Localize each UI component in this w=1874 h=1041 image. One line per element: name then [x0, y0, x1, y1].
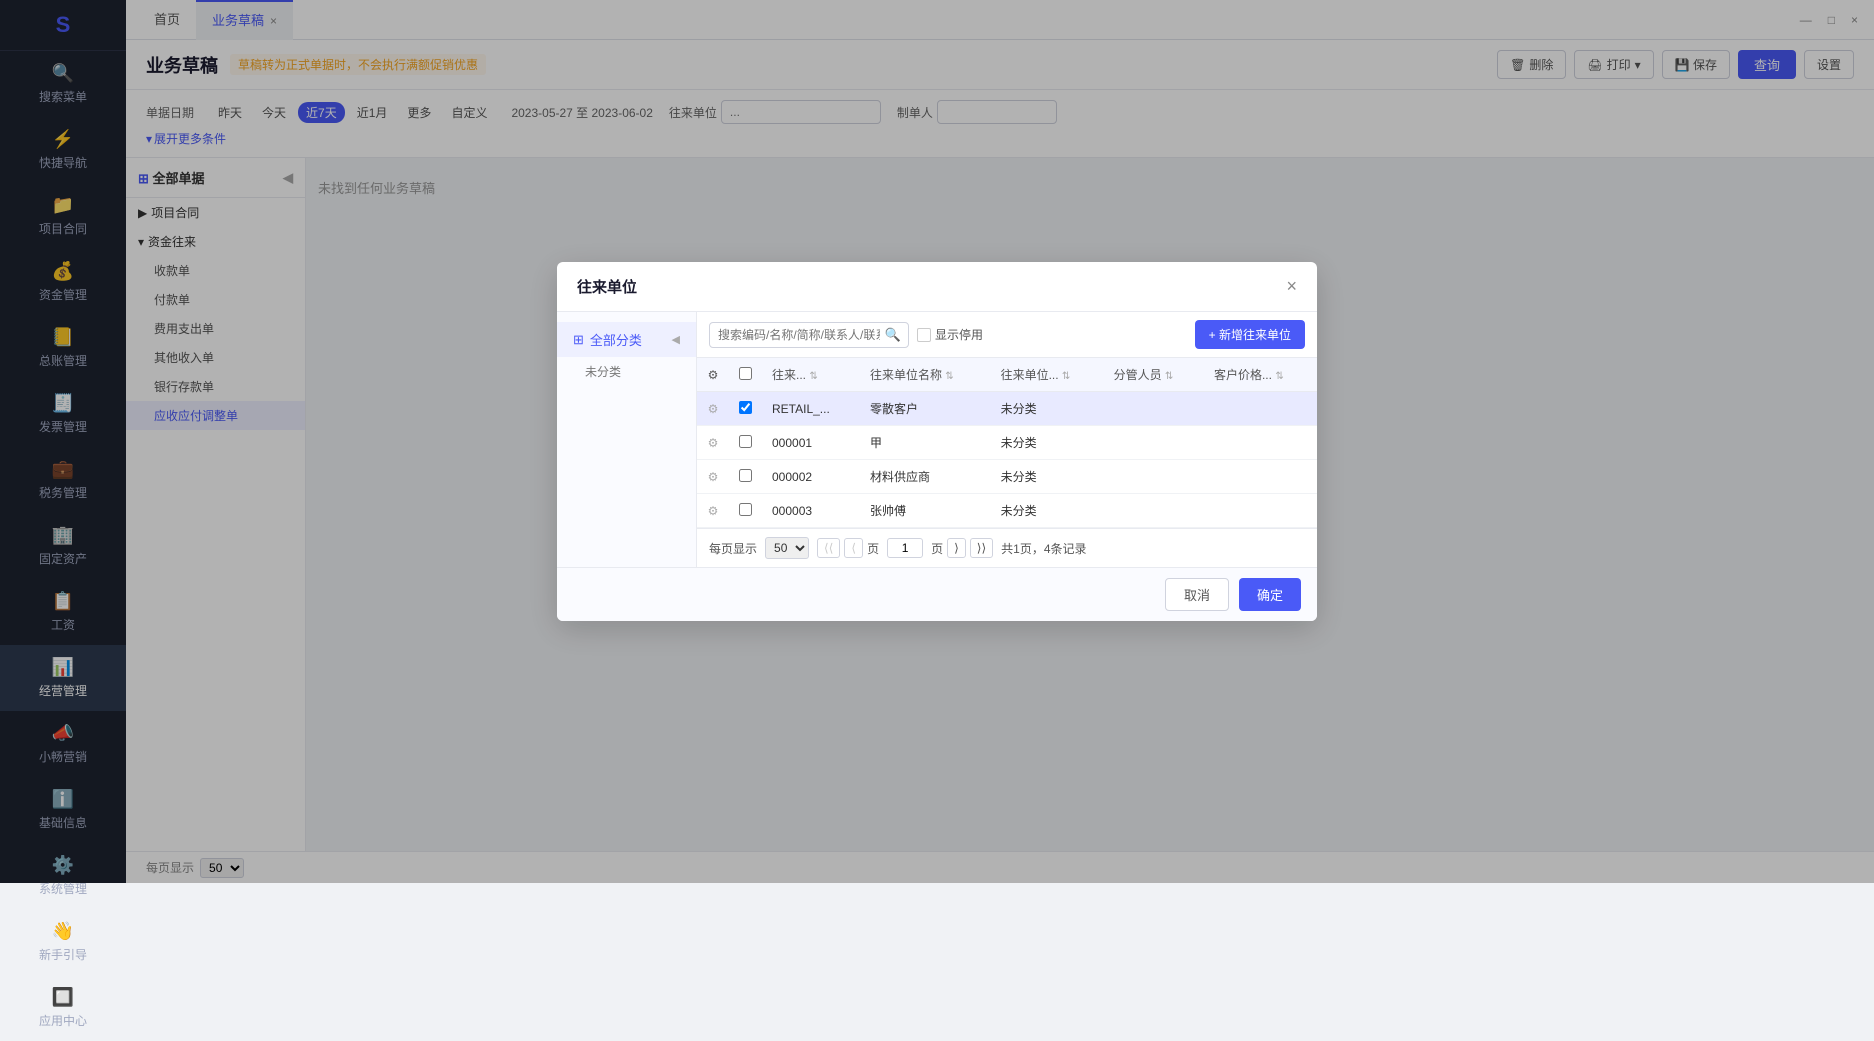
modal-body: ⊞ 全部分类 ◀ 未分类 🔍 显示停用	[557, 312, 1317, 567]
modal-collapse-icon[interactable]: ◀	[672, 333, 680, 346]
sort-icon[interactable]: ⇅	[945, 371, 953, 382]
row-settings-cell: ⚙	[697, 426, 729, 460]
col-price-level-header: 客户价格... ⇅	[1204, 358, 1317, 392]
row-checkbox-cell[interactable]	[729, 460, 762, 494]
party-modal: 往来单位 × ⊞ 全部分类 ◀ 未分类 🔍	[557, 262, 1317, 621]
modal-header: 往来单位 ×	[557, 262, 1317, 312]
modal-toolbar: 🔍 显示停用 + 新增往来单位	[697, 312, 1317, 358]
per-page-label: 每页显示	[709, 540, 757, 557]
sort-icon[interactable]: ⇅	[1062, 371, 1070, 382]
modal-right-panel: 🔍 显示停用 + 新增往来单位 ⚙	[697, 312, 1317, 567]
last-page-button[interactable]: ⟩⟩	[970, 538, 993, 558]
row-checkbox-cell[interactable]	[729, 426, 762, 460]
show-disabled-checkbox[interactable]	[917, 328, 931, 342]
row-checkbox-cell[interactable]	[729, 392, 762, 426]
row-name-cell: 零散客户	[860, 392, 991, 426]
modal-left-panel: ⊞ 全部分类 ◀ 未分类	[557, 312, 697, 567]
show-disabled-toggle[interactable]: 显示停用	[917, 326, 983, 343]
row-checkbox[interactable]	[739, 435, 752, 448]
row-checkbox[interactable]	[739, 469, 752, 482]
page-nav: ⟨⟨ ⟨ 页 页 ⟩ ⟩⟩	[817, 538, 993, 558]
table-row[interactable]: ⚙ RETAIL_... 零散客户 未分类	[697, 392, 1317, 426]
sort-icon[interactable]: ⇅	[1275, 371, 1283, 382]
first-page-button[interactable]: ⟨⟨	[817, 538, 840, 558]
party-search-input[interactable]	[709, 322, 909, 348]
row-price-level-cell	[1204, 426, 1317, 460]
row-category-cell: 未分类	[991, 392, 1104, 426]
modal-close-button[interactable]: ×	[1286, 276, 1297, 297]
modal-category-uncategorized[interactable]: 未分类	[557, 357, 696, 386]
select-all-checkbox[interactable]	[739, 367, 752, 380]
col-salesperson-header: 分管人员 ⇅	[1104, 358, 1204, 392]
row-checkbox[interactable]	[739, 401, 752, 414]
page-size-select[interactable]: 50	[765, 537, 809, 559]
row-salesperson-cell	[1104, 392, 1204, 426]
row-settings-cell: ⚙	[697, 494, 729, 528]
row-settings-cell: ⚙	[697, 460, 729, 494]
party-table: ⚙ 往来... ⇅ 往来单位名称 ⇅ 往来单位... ⇅ 分管人员 ⇅ 客户价格…	[697, 358, 1317, 528]
row-code-cell: 000002	[762, 460, 860, 494]
table-header: ⚙ 往来... ⇅ 往来单位名称 ⇅ 往来单位... ⇅ 分管人员 ⇅ 客户价格…	[697, 358, 1317, 392]
add-party-button[interactable]: + 新增往来单位	[1195, 320, 1305, 349]
new-guide-icon: 👋	[52, 921, 74, 942]
row-price-level-cell	[1204, 392, 1317, 426]
row-salesperson-cell	[1104, 494, 1204, 528]
sidebar-item-new-guide[interactable]: 👋 新手引导	[0, 909, 126, 975]
search-icon: 🔍	[885, 327, 901, 343]
page-number-input[interactable]	[887, 538, 923, 558]
row-settings-cell: ⚙	[697, 392, 729, 426]
next-page-button[interactable]: ⟩	[947, 538, 966, 558]
total-records: 共1页，4条记录	[1001, 540, 1086, 557]
col-category-header: 往来单位... ⇅	[991, 358, 1104, 392]
modal-footer: 取消 确定	[557, 567, 1317, 621]
page-label: 页	[867, 540, 879, 557]
row-code-cell: 000001	[762, 426, 860, 460]
modal-table-wrap: ⚙ 往来... ⇅ 往来单位名称 ⇅ 往来单位... ⇅ 分管人员 ⇅ 客户价格…	[697, 358, 1317, 528]
row-category-cell: 未分类	[991, 494, 1104, 528]
row-checkbox[interactable]	[739, 503, 752, 516]
row-price-level-cell	[1204, 494, 1317, 528]
confirm-button[interactable]: 确定	[1239, 578, 1301, 611]
modal-category-all[interactable]: ⊞ 全部分类 ◀	[557, 322, 696, 357]
table-row[interactable]: ⚙ 000002 材料供应商 未分类	[697, 460, 1317, 494]
row-checkbox-cell[interactable]	[729, 494, 762, 528]
app-center-icon: 🔲	[52, 987, 74, 1008]
table-body: ⚙ RETAIL_... 零散客户 未分类 ⚙	[697, 392, 1317, 528]
table-row[interactable]: ⚙ 000001 甲 未分类	[697, 426, 1317, 460]
sidebar-item-label: 应用中心	[39, 1012, 87, 1029]
grid-icon: ⊞	[573, 332, 584, 348]
row-name-cell: 材料供应商	[860, 460, 991, 494]
row-name-cell: 张帅傅	[860, 494, 991, 528]
sidebar-item-app-center[interactable]: 🔲 应用中心	[0, 975, 126, 1041]
col-settings[interactable]: ⚙	[697, 358, 729, 392]
row-category-cell: 未分类	[991, 426, 1104, 460]
sort-icon[interactable]: ⇅	[809, 371, 817, 382]
col-checkbox[interactable]	[729, 358, 762, 392]
col-name-header: 往来单位名称 ⇅	[860, 358, 991, 392]
row-code-cell: 000003	[762, 494, 860, 528]
row-salesperson-cell	[1104, 426, 1204, 460]
search-wrap: 🔍	[709, 322, 909, 348]
row-name-cell: 甲	[860, 426, 991, 460]
row-salesperson-cell	[1104, 460, 1204, 494]
sort-icon[interactable]: ⇅	[1165, 371, 1173, 382]
modal-overlay: 往来单位 × ⊞ 全部分类 ◀ 未分类 🔍	[0, 0, 1874, 883]
table-row[interactable]: ⚙ 000003 张帅傅 未分类	[697, 494, 1317, 528]
modal-pagination: 每页显示 50 ⟨⟨ ⟨ 页 页 ⟩ ⟩⟩ 共1页，4条记录	[697, 528, 1317, 567]
prev-page-button[interactable]: ⟨	[844, 538, 863, 558]
cancel-button[interactable]: 取消	[1165, 578, 1229, 611]
page-unit: 页	[931, 540, 943, 557]
modal-title: 往来单位	[577, 276, 637, 297]
row-price-level-cell	[1204, 460, 1317, 494]
sidebar-item-label: 新手引导	[39, 946, 87, 963]
col-code-header: 往来... ⇅	[762, 358, 860, 392]
row-category-cell: 未分类	[991, 460, 1104, 494]
row-code-cell: RETAIL_...	[762, 392, 860, 426]
